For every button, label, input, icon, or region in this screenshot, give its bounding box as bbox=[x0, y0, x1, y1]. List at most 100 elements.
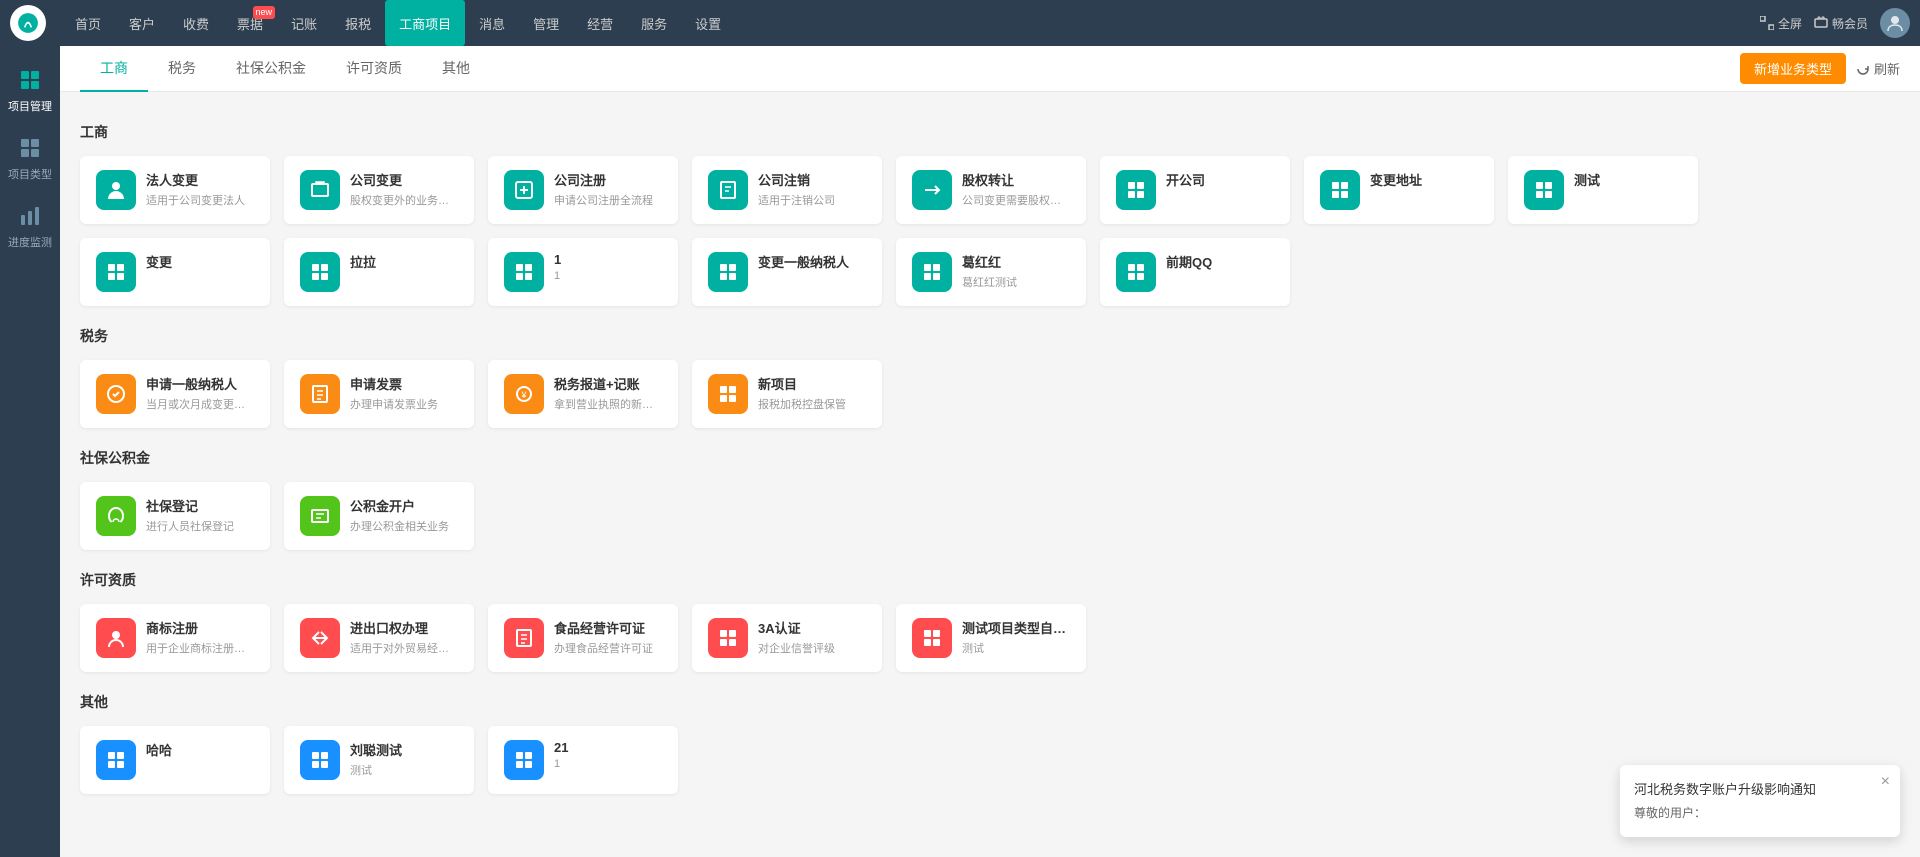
card-kai-gongsi[interactable]: 开公司 bbox=[1100, 156, 1290, 224]
card-ceshi-leixing[interactable]: 测试项目类型自定义 测试 bbox=[896, 604, 1086, 672]
nav-tax[interactable]: 报税 bbox=[331, 0, 385, 46]
svg-text:¥: ¥ bbox=[520, 390, 527, 400]
chart-icon bbox=[16, 202, 44, 230]
nav-bill[interactable]: 票据 new bbox=[223, 0, 277, 46]
card-haha[interactable]: 哈哈 bbox=[80, 726, 270, 794]
nav-industrial[interactable]: 工商项目 bbox=[385, 0, 465, 46]
card-desc: 对企业信誉评级 bbox=[758, 640, 866, 656]
nav-account[interactable]: 记账 bbox=[277, 0, 331, 46]
card-name: 社保登记 bbox=[146, 496, 254, 515]
nav-service[interactable]: 服务 bbox=[627, 0, 681, 46]
nav-operation[interactable]: 经营 bbox=[573, 0, 627, 46]
content-area: 工商 法人变更 适用于公司变更法人 公司变更 股权变更外的业务变更 bbox=[60, 92, 1920, 834]
card-icon-sw1 bbox=[96, 374, 136, 414]
card-shebao-dengji[interactable]: 社保登记 进行人员社保登记 bbox=[80, 482, 270, 550]
card-desc: 报税加税控盘保管 bbox=[758, 396, 866, 412]
card-biangeng-dizhi[interactable]: 变更地址 bbox=[1304, 156, 1494, 224]
card-name: 21 bbox=[554, 740, 662, 755]
fullscreen-button[interactable]: 全屏 bbox=[1760, 15, 1802, 32]
card-shipin-xuke[interactable]: 食品经营许可证 办理食品经营许可证 bbox=[488, 604, 678, 672]
card-icon-dizhi bbox=[1320, 170, 1360, 210]
nav-fee[interactable]: 收费 bbox=[169, 0, 223, 46]
card-gongsi-biangeng[interactable]: 公司变更 股权变更外的业务变更 bbox=[284, 156, 474, 224]
card-desc: 用于企业商标注册服务 bbox=[146, 640, 254, 656]
card-name: 拉拉 bbox=[350, 252, 458, 271]
notification-popup: × 河北税务数字账户升级影响通知 尊敬的用户： bbox=[1620, 765, 1900, 837]
new-badge: new bbox=[253, 6, 276, 19]
tag-icon bbox=[16, 134, 44, 162]
gongshang-cards: 法人变更 适用于公司变更法人 公司变更 股权变更外的业务变更 公司注册 bbox=[80, 156, 1900, 306]
top-navigation: 首页 客户 收费 票据 new 记账 报税 工商项目 消息 管理 经营 服务 设… bbox=[0, 0, 1920, 46]
card-qianqi-qq[interactable]: 前期QQ bbox=[1100, 238, 1290, 306]
card-name: 公司注册 bbox=[554, 170, 662, 189]
logo[interactable] bbox=[10, 5, 46, 41]
card-icon-sw4 bbox=[708, 374, 748, 414]
sidebar-item-project-manage[interactable]: 项目管理 bbox=[0, 56, 60, 124]
card-gehonghong[interactable]: 葛红红 葛红红测试 bbox=[896, 238, 1086, 306]
nav-items: 首页 客户 收费 票据 new 记账 报税 工商项目 消息 管理 经营 服务 设… bbox=[61, 0, 1760, 46]
tab-xuke[interactable]: 许可资质 bbox=[326, 46, 422, 92]
tab-shebao[interactable]: 社保公积金 bbox=[216, 46, 326, 92]
card-icon-ot3 bbox=[504, 740, 544, 780]
card-icon-ghh bbox=[912, 252, 952, 292]
tab-gongshang[interactable]: 工商 bbox=[80, 46, 148, 92]
card-desc: 适用于公司变更法人 bbox=[146, 192, 254, 208]
card-icon-sb2 bbox=[300, 496, 340, 536]
user-avatar[interactable] bbox=[1880, 8, 1910, 38]
card-name: 测试项目类型自定义 bbox=[962, 618, 1070, 637]
card-name: 进出口权办理 bbox=[350, 618, 458, 637]
card-icon-1 bbox=[504, 252, 544, 292]
card-name: 1 bbox=[554, 252, 662, 267]
card-xin-xiangmu[interactable]: 新项目 报税加税控盘保管 bbox=[692, 360, 882, 428]
shebao-cards: 社保登记 进行人员社保登记 公积金开户 办理公积金相关业务 bbox=[80, 482, 1900, 550]
nav-settings[interactable]: 设置 bbox=[681, 0, 735, 46]
card-icon-kai bbox=[1116, 170, 1156, 210]
section-other-title: 其他 bbox=[80, 692, 1900, 712]
card-shenqing-fp[interactable]: 申请发票 办理申请发票业务 bbox=[284, 360, 474, 428]
card-gjj-kaihuu[interactable]: 公积金开户 办理公积金相关业务 bbox=[284, 482, 474, 550]
nav-client[interactable]: 客户 bbox=[115, 0, 169, 46]
main-content: 工商 税务 社保公积金 许可资质 其他 新增业务类型 刷新 工商 法人变更 适用… bbox=[60, 46, 1920, 834]
card-ceshi[interactable]: 测试 bbox=[1508, 156, 1698, 224]
card-gongsi-zhuce[interactable]: 公司注册 申请公司注册全流程 bbox=[488, 156, 678, 224]
refresh-button[interactable]: 刷新 bbox=[1856, 59, 1900, 78]
tab-other[interactable]: 其他 bbox=[422, 46, 490, 92]
card-1[interactable]: 1 1 bbox=[488, 238, 678, 306]
card-shenqing-yb[interactable]: 申请一般纳税人 当月或次月成变更完成 bbox=[80, 360, 270, 428]
member-button[interactable]: 畅会员 bbox=[1814, 15, 1868, 32]
card-gongsi-zhuxiao[interactable]: 公司注销 适用于注销公司 bbox=[692, 156, 882, 224]
tab-shuiwu[interactable]: 税务 bbox=[148, 46, 216, 92]
nav-home[interactable]: 首页 bbox=[61, 0, 115, 46]
card-lala[interactable]: 拉拉 bbox=[284, 238, 474, 306]
card-yiban-nashuiren[interactable]: 变更一般纳税人 bbox=[692, 238, 882, 306]
card-desc: 办理申请发票业务 bbox=[350, 396, 458, 412]
card-3a-renzheng[interactable]: 3A认证 对企业信誉评级 bbox=[692, 604, 882, 672]
card-name: 变更 bbox=[146, 252, 254, 271]
sidebar-item-progress[interactable]: 进度监测 bbox=[0, 192, 60, 260]
card-icon-bg2 bbox=[96, 252, 136, 292]
sidebar-item-project-type[interactable]: 项目类型 bbox=[0, 124, 60, 192]
nav-message[interactable]: 消息 bbox=[465, 0, 519, 46]
card-shuiwu-baodao[interactable]: ¥ 税务报道+记账 拿到营业执照的新公司 bbox=[488, 360, 678, 428]
card-desc: 进行人员社保登记 bbox=[146, 518, 254, 534]
card-icon-xk3 bbox=[504, 618, 544, 658]
card-guquan-zhuanrang[interactable]: 股权转让 公司变更需要股权转让 bbox=[896, 156, 1086, 224]
card-desc: 1 bbox=[554, 758, 662, 770]
card-icon-xk5 bbox=[912, 618, 952, 658]
card-icon-gongsi-bg bbox=[300, 170, 340, 210]
card-icon-qq bbox=[1116, 252, 1156, 292]
card-biangeng2[interactable]: 变更 bbox=[80, 238, 270, 306]
nav-manage[interactable]: 管理 bbox=[519, 0, 573, 46]
card-desc: 测试 bbox=[350, 762, 458, 778]
new-type-button[interactable]: 新增业务类型 bbox=[1740, 53, 1846, 84]
notification-close-button[interactable]: × bbox=[1881, 773, 1890, 791]
card-icon-guquan bbox=[912, 170, 952, 210]
section-gongshang-title: 工商 bbox=[80, 122, 1900, 142]
card-jinchuk-banli[interactable]: 进出口权办理 适用于对外贸易经营者 bbox=[284, 604, 474, 672]
tab-actions: 新增业务类型 刷新 bbox=[1740, 53, 1900, 84]
card-faren-biangeng[interactable]: 法人变更 适用于公司变更法人 bbox=[80, 156, 270, 224]
card-icon-faren bbox=[96, 170, 136, 210]
card-shangbiao-zhuce[interactable]: 商标注册 用于企业商标注册服务 bbox=[80, 604, 270, 672]
card-21[interactable]: 21 1 bbox=[488, 726, 678, 794]
card-liucong-ceshi[interactable]: 刘聪测试 测试 bbox=[284, 726, 474, 794]
